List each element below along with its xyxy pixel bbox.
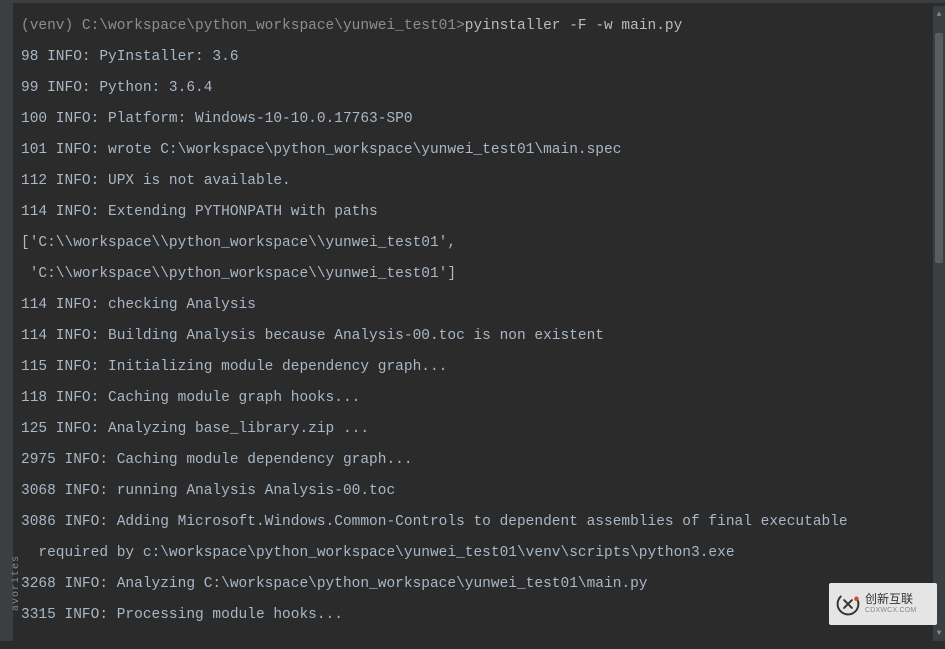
output-line: 2975 INFO: Caching module dependency gra… (21, 445, 931, 476)
output-line: 3268 INFO: Analyzing C:\workspace\python… (21, 569, 931, 600)
prompt-command: pyinstaller -F -w main.py (465, 18, 683, 34)
scrollbar-track[interactable] (933, 21, 945, 626)
watermark-badge: 创新互联 CDXWCX.COM (829, 583, 937, 625)
watermark-text: 创新互联 CDXWCX.COM (865, 593, 916, 615)
watermark-logo-icon (835, 591, 861, 617)
prompt-line: (venv) C:\workspace\python_workspace\yun… (21, 11, 931, 42)
output-line: 98 INFO: PyInstaller: 3.6 (21, 42, 931, 73)
output-line: 3068 INFO: running Analysis Analysis-00.… (21, 476, 931, 507)
output-line: required by c:\workspace\python_workspac… (21, 538, 931, 569)
prompt-path: C:\workspace\python_workspace\yunwei_tes… (82, 18, 465, 34)
vertical-scrollbar[interactable]: ▲ ▼ (933, 6, 945, 641)
scroll-up-icon[interactable]: ▲ (933, 8, 945, 20)
output-block: 98 INFO: PyInstaller: 3.699 INFO: Python… (21, 42, 931, 631)
prompt-venv: (venv) (21, 18, 73, 34)
watermark-en: CDXWCX.COM (865, 607, 916, 615)
left-gutter: avorites (3, 3, 13, 641)
output-line: 114 INFO: checking Analysis (21, 290, 931, 321)
watermark-cn: 创新互联 (865, 593, 916, 607)
terminal-panel[interactable]: avorites (venv) C:\workspace\python_work… (0, 0, 945, 641)
output-line: 'C:\\workspace\\python_workspace\\yunwei… (21, 259, 931, 290)
output-line: 125 INFO: Analyzing base_library.zip ... (21, 414, 931, 445)
terminal-content[interactable]: (venv) C:\workspace\python_workspace\yun… (21, 11, 945, 631)
output-line: ['C:\\workspace\\python_workspace\\yunwe… (21, 228, 931, 259)
output-line: 118 INFO: Caching module graph hooks... (21, 383, 931, 414)
output-line: 114 INFO: Extending PYTHONPATH with path… (21, 197, 931, 228)
output-line: 100 INFO: Platform: Windows-10-10.0.1776… (21, 104, 931, 135)
output-line: 114 INFO: Building Analysis because Anal… (21, 321, 931, 352)
sidebar-tab-label[interactable]: avorites (1, 555, 32, 611)
scrollbar-thumb[interactable] (935, 33, 943, 263)
scroll-down-icon[interactable]: ▼ (933, 627, 945, 639)
output-line: 99 INFO: Python: 3.6.4 (21, 73, 931, 104)
output-line: 3315 INFO: Processing module hooks... (21, 600, 931, 631)
output-line: 115 INFO: Initializing module dependency… (21, 352, 931, 383)
output-line: 3086 INFO: Adding Microsoft.Windows.Comm… (21, 507, 931, 538)
output-line: 112 INFO: UPX is not available. (21, 166, 931, 197)
output-line: 101 INFO: wrote C:\workspace\python_work… (21, 135, 931, 166)
